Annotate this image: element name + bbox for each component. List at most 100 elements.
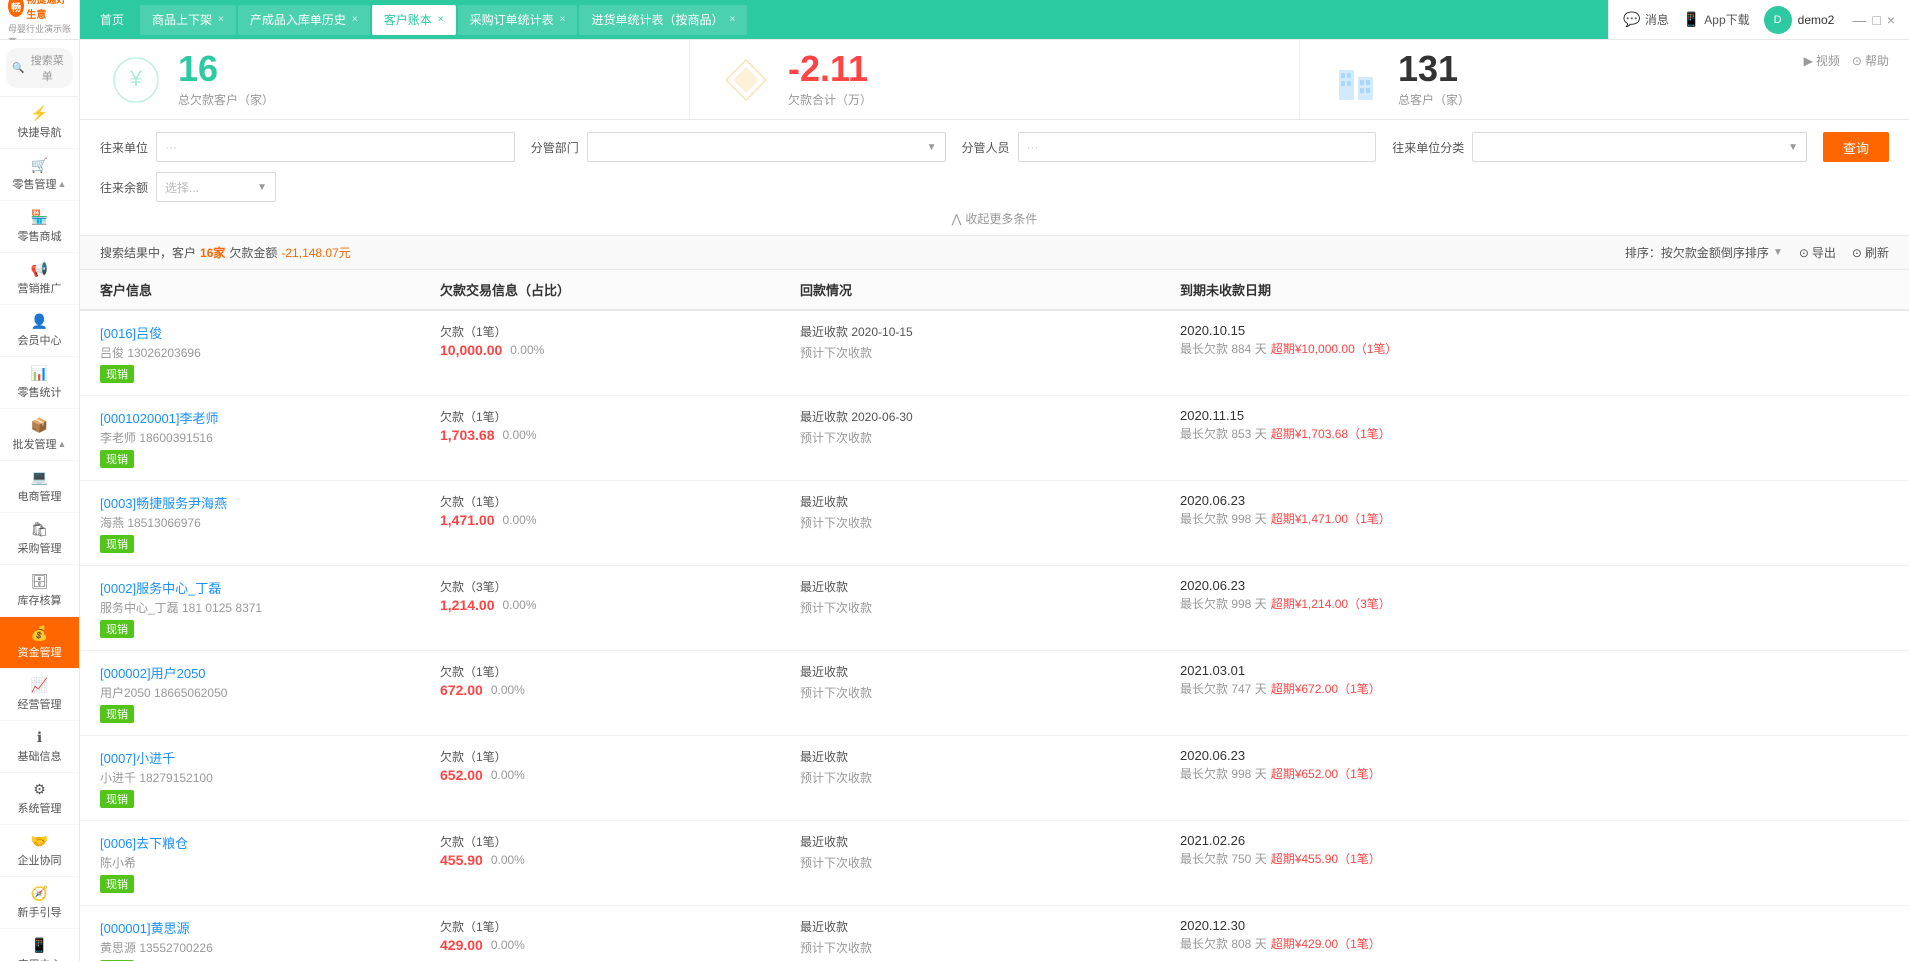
user-avatar[interactable]: D demo2: [1764, 6, 1835, 34]
sidebar-item-quick-nav[interactable]: ⚡ 快捷导航: [0, 97, 79, 149]
sidebar-item-purchase[interactable]: 🛍 采购管理: [0, 513, 79, 565]
tab-customer-account[interactable]: 客户账本 ×: [372, 5, 456, 35]
tab-goods-stats[interactable]: 进货单统计表（按商品） ×: [579, 5, 747, 35]
debt-amount[interactable]: 1,214.00: [440, 597, 495, 613]
latest-payment: 最近收款 2020-10-15: [800, 323, 1180, 340]
next-payment: 预计下次收款: [800, 429, 1180, 446]
overdue-link[interactable]: 超期¥455.90（1笔）: [1271, 850, 1381, 867]
customer-contact: 陈小希: [100, 854, 440, 871]
video-btn[interactable]: ▶ 视频: [1804, 52, 1840, 69]
results-info: 搜索结果中，客户 16家 欠款金额 -21,148.07元: [100, 244, 351, 261]
overdue-link[interactable]: 超期¥652.00（1笔）: [1271, 765, 1381, 782]
customer-name-link[interactable]: [0003]畅捷服务尹海燕: [100, 493, 440, 512]
customer-contact: 用户2050 18665062050: [100, 684, 440, 701]
overdue-link[interactable]: 超期¥1,703.68（1笔）: [1271, 425, 1391, 442]
filter-input-manager[interactable]: ···: [1018, 132, 1377, 162]
customer-tag: 现销: [100, 790, 134, 808]
export-btn[interactable]: ⊙ 导出: [1799, 244, 1836, 261]
close-icon[interactable]: ×: [438, 14, 444, 25]
overdue-date: 2021.03.01: [1180, 663, 1889, 678]
next-payment: 预计下次收款: [800, 344, 1180, 361]
search-button[interactable]: 查询: [1823, 132, 1889, 162]
stat-icon-diamond: [720, 54, 772, 106]
tab-home[interactable]: 首页: [86, 5, 138, 35]
customer-name-link[interactable]: [000002]用户2050: [100, 663, 440, 682]
filter-input-balance[interactable]: 选择... ▼: [156, 172, 276, 202]
stat-label-total-customers: 总客户（家）: [1398, 91, 1470, 108]
sidebar-item-system[interactable]: ⚙ 系统管理: [0, 773, 79, 825]
close-btn[interactable]: ×: [1887, 12, 1895, 28]
refresh-btn[interactable]: ⊙ 刷新: [1852, 244, 1889, 261]
sidebar-item-newbie[interactable]: 🧭 新手引导: [0, 877, 79, 929]
overdue-link[interactable]: 超期¥10,000.00（1笔）: [1271, 340, 1398, 357]
debt-amount[interactable]: 10,000.00: [440, 342, 502, 358]
minimize-btn[interactable]: —: [1852, 12, 1866, 28]
app-download-btn[interactable]: 📱 App下载: [1683, 11, 1750, 28]
sidebar-item-retail-stats[interactable]: 📊 零售统计: [0, 357, 79, 409]
message-btn[interactable]: 💬 消息: [1623, 11, 1668, 28]
debt-amount[interactable]: 1,471.00: [440, 512, 495, 528]
filter-input-department[interactable]: ▼: [587, 132, 946, 162]
sidebar-item-operations[interactable]: 📈 经营管理: [0, 669, 79, 721]
debt-amount[interactable]: 429.00: [440, 937, 483, 953]
sort-selector[interactable]: 排序：按欠款金额倒序排序 ▼: [1625, 244, 1783, 261]
sidebar-search[interactable]: 🔍 搜索菜单: [0, 40, 79, 97]
sidebar-item-marketing[interactable]: 📢 营销推广: [0, 253, 79, 305]
close-icon[interactable]: ×: [729, 14, 735, 25]
sidebar-item-retail-mall[interactable]: 🏪 零售商城: [0, 201, 79, 253]
close-icon[interactable]: ×: [352, 14, 358, 25]
customer-tag: 现销: [100, 620, 134, 638]
customer-contact: 小进千 18279152100: [100, 769, 440, 786]
sidebar-item-wholesale-mgmt[interactable]: 📦 批发管理▲: [0, 409, 79, 461]
tab-purchase-stats[interactable]: 采购订单统计表 ×: [458, 5, 578, 35]
customer-name-link[interactable]: [0007]小进千: [100, 748, 440, 767]
tab-products[interactable]: 商品上下架 ×: [140, 5, 236, 35]
next-payment: 预计下次收款: [800, 769, 1180, 786]
customer-name-link[interactable]: [0016]吕俊: [100, 323, 440, 342]
customer-contact: 吕俊 13026203696: [100, 344, 440, 361]
filter-input-trading-unit[interactable]: ···: [156, 132, 515, 162]
sidebar-item-ecommerce[interactable]: 💻 电商管理: [0, 461, 79, 513]
overdue-link[interactable]: 超期¥1,471.00（1笔）: [1271, 510, 1391, 527]
latest-payment: 最近收款: [800, 918, 1180, 935]
overdue-link[interactable]: 超期¥672.00（1笔）: [1271, 680, 1381, 697]
col-header-overdue: 到期未收款日期: [1180, 280, 1889, 299]
filter-label-unit-category: 往来单位分类: [1392, 139, 1464, 156]
close-icon[interactable]: ×: [560, 14, 566, 25]
tab-production[interactable]: 产成品入库单历史 ×: [238, 5, 370, 35]
overdue-link[interactable]: 超期¥1,214.00（3笔）: [1271, 595, 1391, 612]
customer-name-link[interactable]: [000001]黄思源: [100, 918, 440, 937]
debt-amount[interactable]: 672.00: [440, 682, 483, 698]
filter-input-unit-category[interactable]: ▼: [1472, 132, 1807, 162]
next-payment: 预计下次收款: [800, 939, 1180, 956]
customer-tag: 现销: [100, 705, 134, 723]
debt-amount[interactable]: 652.00: [440, 767, 483, 783]
sidebar-item-finance[interactable]: 💰 资金管理: [0, 617, 79, 669]
customer-name-link[interactable]: [0001020001]李老师: [100, 408, 440, 427]
sidebar-item-basic-info[interactable]: ℹ 基础信息: [0, 721, 79, 773]
help-btn[interactable]: ⊙ 帮助: [1852, 52, 1889, 69]
filter-unit-category: 往来单位分类 ▼: [1392, 132, 1807, 162]
debt-amount[interactable]: 1,703.68: [440, 427, 495, 443]
sidebar-item-apps[interactable]: 📱 应用中心: [0, 929, 79, 961]
customer-name-link[interactable]: [0002]服务中心_丁磊: [100, 578, 440, 597]
sidebar-item-retail-mgmt[interactable]: 🛒 零售管理▲: [0, 149, 79, 201]
sidebar-item-collab[interactable]: 🤝 企业协同: [0, 825, 79, 877]
overdue-days: 最长欠款 884 天: [1180, 340, 1267, 357]
overdue-date: 2020.06.23: [1180, 748, 1889, 763]
brand-name: 畅捷通好生意: [26, 0, 71, 21]
maximize-btn[interactable]: □: [1872, 12, 1880, 28]
overdue-link[interactable]: 超期¥429.00（1笔）: [1271, 935, 1381, 952]
filter-balance: 往来余额 选择... ▼: [100, 172, 276, 202]
customer-name-link[interactable]: [0006]去下粮仓: [100, 833, 440, 852]
col-header-debt: 欠款交易信息（占比）: [440, 280, 800, 299]
filter-label-trading-unit: 往来单位: [100, 139, 148, 156]
collapse-btn[interactable]: ⋀ 收起更多条件: [952, 210, 1038, 227]
sidebar-item-inventory[interactable]: 🗄 库存核算: [0, 565, 79, 617]
close-icon[interactable]: ×: [218, 14, 224, 25]
debt-amount[interactable]: 455.90: [440, 852, 483, 868]
logo-area: 畅 畅捷通好生意 母婴行业演示账套: [0, 0, 80, 39]
sidebar-item-member[interactable]: 👤 会员中心: [0, 305, 79, 357]
filter-trading-unit: 往来单位 ···: [100, 132, 515, 162]
main-content: ¥ 16 总欠款客户（家）: [80, 40, 1909, 961]
